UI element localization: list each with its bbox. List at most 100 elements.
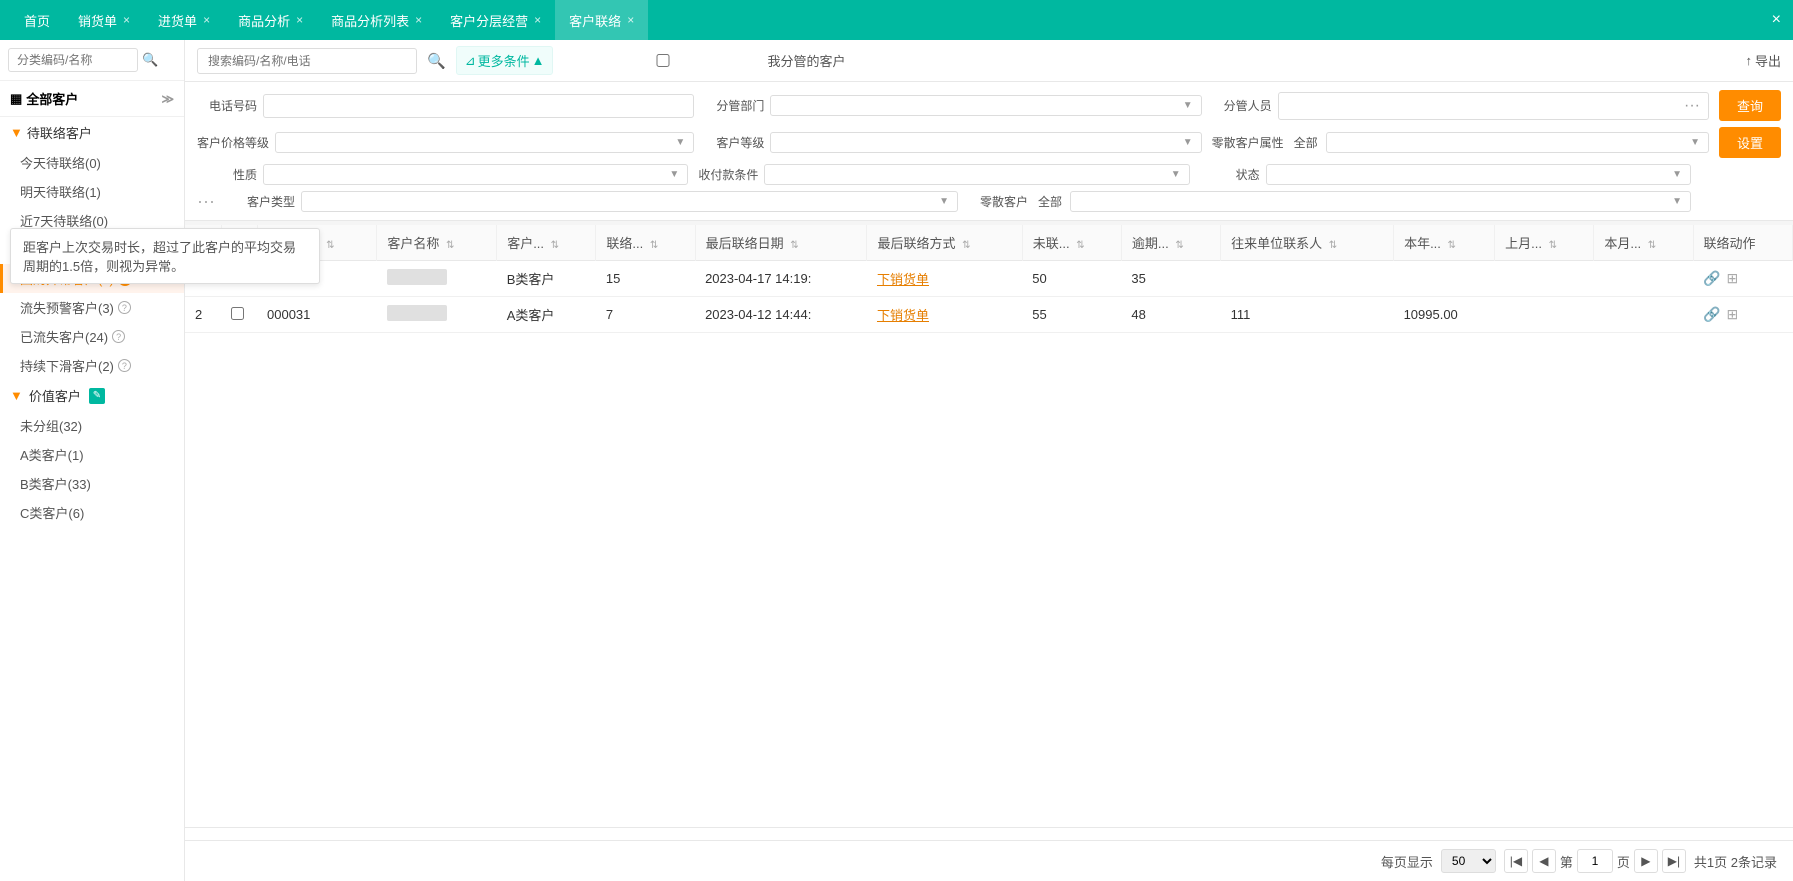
already-lost-info-icon[interactable]: ? <box>112 330 125 343</box>
export-button[interactable]: ↑ 导出 <box>1745 51 1781 70</box>
pagination-bar: 每页显示 50 20 100 |◀ ◀ 第 页 ▶ ▶| 共1页 2条记录 <box>185 840 1793 881</box>
sort-contact-icon: ⇅ <box>650 240 658 251</box>
row-last-method[interactable]: 下销货单 <box>867 297 1022 333</box>
last-page-button[interactable]: ▶| <box>1662 849 1686 873</box>
close-purchase-order[interactable]: × <box>203 13 210 27</box>
customer-type-select[interactable]: ▼ <box>301 191 958 212</box>
page-input[interactable] <box>1577 849 1613 873</box>
close-sales-order[interactable]: × <box>123 13 130 27</box>
row-current-month <box>1594 261 1693 297</box>
filter-row-1: 电话号码 分管部门 ▼ 分管人员 ··· 查 <box>197 90 1781 121</box>
sidebar-search-button[interactable]: 🔍 <box>142 52 158 68</box>
phone-input[interactable] <box>263 94 694 118</box>
action-link-icon[interactable]: 🔗 <box>1703 270 1720 287</box>
sidebar-b-class[interactable]: B类客户(33) <box>0 469 184 498</box>
gender-select[interactable]: ▼ <box>263 164 688 185</box>
row-last-month <box>1495 297 1594 333</box>
sidebar-ungrouped[interactable]: 未分组(32) <box>0 411 184 440</box>
close-product-analysis-list[interactable]: × <box>415 13 422 27</box>
col-type[interactable]: 客户... ⇅ <box>497 225 596 261</box>
pending-contact-section[interactable]: ▼ 待联络客户 <box>0 117 184 148</box>
search-input[interactable] <box>197 48 417 74</box>
filter-bar: 🔍 ⊿ 更多条件 ▲ 我分管的客户 ↑ 导出 <box>185 40 1793 82</box>
col-not-contacted[interactable]: 未联... ⇅ <box>1022 225 1121 261</box>
manager-dots[interactable]: ··· <box>1684 97 1700 115</box>
settings-button[interactable]: 设置 <box>1719 127 1781 158</box>
next-page-button[interactable]: ▶ <box>1634 849 1658 873</box>
nav-product-analysis[interactable]: 商品分析 × <box>224 0 317 40</box>
query-button[interactable]: 查询 <box>1719 90 1781 121</box>
retail-attr-select[interactable]: ▼ <box>1326 132 1709 153</box>
row-select-checkbox[interactable] <box>231 307 244 320</box>
horizontal-scroll[interactable] <box>185 827 1793 840</box>
payment-select[interactable]: ▼ <box>764 164 1189 185</box>
row-code: 000031 <box>257 297 377 333</box>
col-last-date[interactable]: 最后联络日期 ⇅ <box>695 225 867 261</box>
sort-cmonth-icon: ⇅ <box>1648 240 1656 251</box>
dept-arrow-icon: ▼ <box>1183 100 1193 111</box>
col-current-month[interactable]: 本月... ⇅ <box>1594 225 1693 261</box>
customer-grade-select[interactable]: ▼ <box>770 132 1201 153</box>
col-name[interactable]: 客户名称 ⇅ <box>377 225 497 261</box>
triangle-down-icon: ▼ <box>10 388 23 403</box>
window-close-button[interactable]: × <box>1772 11 1781 29</box>
chevron-up-icon: ▲ <box>532 53 545 68</box>
sidebar-search-input[interactable] <box>8 48 138 72</box>
action-grid-icon[interactable]: ⊞ <box>1726 306 1738 323</box>
my-customers-filter: 我分管的客户 <box>563 51 845 70</box>
close-product-analysis[interactable]: × <box>296 13 303 27</box>
nav-sales-order[interactable]: 销货单 × <box>64 0 144 40</box>
table-row: 1 000039 B类客户 15 2023-04-17 14:19: 下销货单 … <box>185 261 1793 297</box>
row-last-method[interactable]: 下销货单 <box>867 261 1022 297</box>
price-grade-select[interactable]: ▼ <box>275 132 694 153</box>
sidebar-lost-preview[interactable]: 流失预警客户(3) ? <box>0 293 184 322</box>
sidebar-keep-descending[interactable]: 持续下滑客户(2) ? <box>0 351 184 380</box>
col-overdue[interactable]: 逾期... ⇅ <box>1121 225 1220 261</box>
sidebar-a-class[interactable]: A类客户(1) <box>0 440 184 469</box>
sidebar-tomorrow-pending[interactable]: 明天待联络(1) <box>0 177 184 206</box>
prev-page-button[interactable]: ◀ <box>1532 849 1556 873</box>
status-select[interactable]: ▼ <box>1266 164 1691 185</box>
nav-customer-contact[interactable]: 客户联络 × <box>555 0 648 40</box>
total-records: 共1页 2条记录 <box>1694 852 1777 871</box>
lost-preview-info-icon[interactable]: ? <box>118 301 131 314</box>
col-last-method[interactable]: 最后联络方式 ⇅ <box>867 225 1022 261</box>
sidebar-collapse-button[interactable]: ≫ <box>161 92 174 106</box>
row-current-year: 10995.00 <box>1394 297 1495 333</box>
action-grid-icon[interactable]: ⊞ <box>1726 270 1738 287</box>
row-name <box>377 261 497 297</box>
my-customers-checkbox[interactable] <box>563 54 763 67</box>
nav-purchase-order[interactable]: 进货单 × <box>144 0 224 40</box>
retail-customer-select[interactable]: ▼ <box>1070 191 1691 212</box>
more-conditions-button[interactable]: ⊿ 更多条件 ▲ <box>456 46 554 75</box>
close-customer-contact[interactable]: × <box>627 13 634 27</box>
nav-product-analysis-list[interactable]: 商品分析列表 × <box>317 0 436 40</box>
col-contact[interactable]: 联络... ⇅ <box>596 225 695 261</box>
sidebar-already-lost[interactable]: 已流失客户(24) ? <box>0 322 184 351</box>
sidebar-c-class[interactable]: C类客户(6) <box>0 498 184 527</box>
col-current-year[interactable]: 本年... ⇅ <box>1394 225 1495 261</box>
row-overdue: 35 <box>1121 261 1220 297</box>
keep-descending-info-icon[interactable]: ? <box>118 359 131 372</box>
row4-dots[interactable]: ··· <box>197 191 215 212</box>
sidebar-search-area: 🔍 <box>0 40 184 81</box>
dept-select[interactable]: ▼ <box>770 95 1201 116</box>
page-nav: |◀ ◀ 第 页 ▶ ▶| <box>1504 849 1686 873</box>
col-last-month[interactable]: 上月... ⇅ <box>1495 225 1594 261</box>
close-customer-tier[interactable]: × <box>534 13 541 27</box>
row-checkbox[interactable] <box>221 297 257 333</box>
phone-field: 电话号码 <box>197 94 694 118</box>
row-index: 2 <box>185 297 221 333</box>
action-link-icon[interactable]: 🔗 <box>1703 306 1720 323</box>
search-button[interactable]: 🔍 <box>427 52 446 70</box>
first-page-button[interactable]: |◀ <box>1504 849 1528 873</box>
manager-select[interactable]: ··· <box>1278 92 1709 120</box>
per-page-select[interactable]: 50 20 100 <box>1441 849 1496 873</box>
col-contact-person[interactable]: 往来单位联系人 ⇅ <box>1221 225 1394 261</box>
nav-customer-tier[interactable]: 客户分层经营 × <box>436 0 555 40</box>
sidebar-today-pending[interactable]: 今天待联络(0) <box>0 148 184 177</box>
value-section-edit-icon[interactable]: ✎ <box>89 388 105 404</box>
nav-home[interactable]: 首页 <box>10 0 64 40</box>
payment-arrow-icon: ▼ <box>1171 169 1181 180</box>
customer-type-field: 客户类型 ▼ <box>235 191 958 212</box>
